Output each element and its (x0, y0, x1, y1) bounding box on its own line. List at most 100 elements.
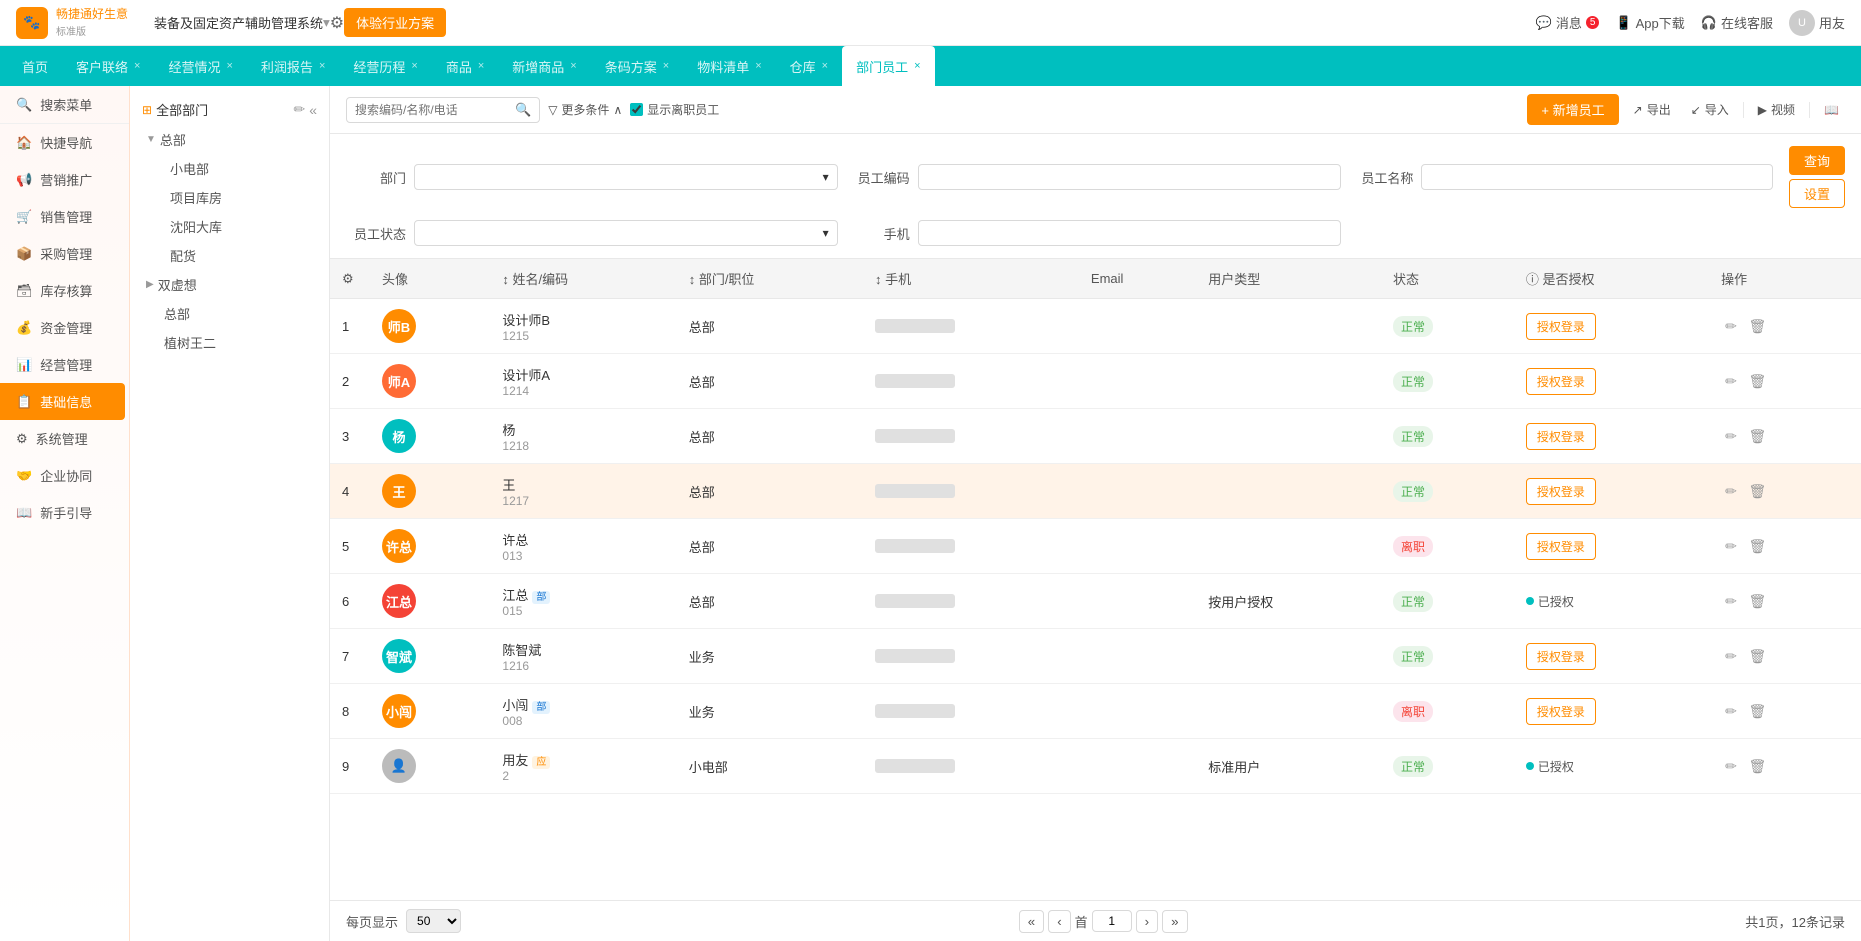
nav-tab-仓库[interactable]: 仓库× (776, 46, 842, 86)
edit-btn[interactable]: ✏ (1721, 591, 1741, 612)
dept-item-shuangxuxiang[interactable]: ▶ 双虚想 (130, 270, 329, 299)
delete-btn[interactable]: 🗑 (1744, 701, 1770, 722)
help-btn[interactable]: 📖 (1818, 99, 1845, 121)
search-menu-item[interactable]: 🔍 搜索菜单 (0, 86, 129, 124)
phone-input[interactable] (918, 220, 1342, 246)
dept-item-peihuo[interactable]: 配货 (154, 241, 329, 270)
delete-btn[interactable]: 🗑 (1744, 481, 1770, 502)
sidebar-item-marketing[interactable]: 📢 营销推广 (0, 161, 129, 198)
col-dept[interactable]: ↕ 部门/职位 (677, 259, 863, 299)
edit-btn[interactable]: ✏ (1721, 701, 1741, 722)
tab-close-icon[interactable]: × (914, 60, 920, 72)
user-menu[interactable]: U 用友 (1789, 10, 1845, 36)
emp-code-input[interactable] (918, 164, 1342, 190)
edit-btn[interactable]: ✏ (1721, 371, 1741, 392)
sidebar-item-system[interactable]: ⚙ 系统管理 (0, 420, 129, 457)
edit-btn[interactable]: ✏ (1721, 316, 1741, 337)
edit-btn[interactable]: ✏ (1721, 536, 1741, 557)
tab-close-icon[interactable]: × (822, 60, 828, 72)
dept-item-zhishu[interactable]: 植树王二 (130, 328, 329, 357)
show-resigned-checkbox[interactable] (630, 103, 643, 116)
query-btn[interactable]: 查询 (1789, 146, 1845, 175)
tab-close-icon[interactable]: × (570, 60, 576, 72)
nav-tab-首页[interactable]: 首页 (8, 46, 62, 86)
page-input[interactable] (1092, 910, 1132, 932)
auth-login-btn[interactable]: 授权登录 (1526, 423, 1596, 450)
show-resigned-label[interactable]: 显示离职员工 (630, 101, 719, 118)
dept-filter-select[interactable]: ▾ (414, 164, 838, 190)
last-page-btn[interactable]: » (1162, 910, 1187, 933)
delete-btn[interactable]: 🗑 (1744, 536, 1770, 557)
sidebar-item-basic[interactable]: 📋 基础信息 (0, 383, 125, 420)
page-size-select[interactable]: 50 100 (406, 909, 461, 933)
import-btn[interactable]: ↙ 导入 (1685, 97, 1735, 122)
nav-tab-经营历程[interactable]: 经营历程× (339, 46, 431, 86)
messages-btn[interactable]: 💬 消息 5 (1536, 13, 1600, 32)
export-btn[interactable]: ↗ 导出 (1627, 97, 1677, 122)
edit-btn[interactable]: ✏ (1721, 426, 1741, 447)
nav-tab-条码方案[interactable]: 条码方案× (591, 46, 683, 86)
online-service-btn[interactable]: 🎧 在线客服 (1701, 13, 1773, 32)
delete-btn[interactable]: 🗑 (1744, 646, 1770, 667)
delete-btn[interactable]: 🗑 (1744, 756, 1770, 777)
sidebar-item-business[interactable]: 📊 经营管理 (0, 346, 129, 383)
nav-tab-利润报告[interactable]: 利润报告× (247, 46, 339, 86)
next-page-btn[interactable]: › (1136, 910, 1158, 933)
col-name-code[interactable]: ↕ 姓名/编码 (490, 259, 676, 299)
auth-login-btn[interactable]: 授权登录 (1526, 368, 1596, 395)
dept-item-shenyang[interactable]: 沈阳大库 (154, 212, 329, 241)
tab-close-icon[interactable]: × (134, 60, 140, 72)
delete-btn[interactable]: 🗑 (1744, 591, 1770, 612)
edit-btn[interactable]: ✏ (1721, 756, 1741, 777)
tab-close-icon[interactable]: × (319, 60, 325, 72)
prev-page-btn[interactable]: ‹ (1048, 910, 1070, 933)
dept-edit-btn[interactable]: ✏ (293, 101, 305, 118)
sidebar-item-guide[interactable]: 📖 新手引导 (0, 494, 129, 531)
col-settings[interactable]: ⚙ (330, 259, 370, 299)
edit-btn[interactable]: ✏ (1721, 481, 1741, 502)
more-conditions-btn[interactable]: ▽ 更多条件 ∧ (548, 101, 622, 118)
tab-close-icon[interactable]: × (663, 60, 669, 72)
sidebar-item-finance[interactable]: 💰 资金管理 (0, 309, 129, 346)
dept-item-xiaodibu[interactable]: 小电部 (154, 154, 329, 183)
sidebar-item-quick[interactable]: 🏠 快捷导航 (0, 124, 129, 161)
nav-tab-客户联络[interactable]: 客户联络× (62, 46, 154, 86)
dept-item-zongbu[interactable]: 总部 (130, 299, 329, 328)
system-title-dropdown[interactable]: ▾ (323, 15, 330, 31)
sidebar-item-sales[interactable]: 🛒 销售管理 (0, 198, 129, 235)
dept-item-zongbu-group[interactable]: ▼ 总部 (130, 125, 329, 154)
nav-tab-新增商品[interactable]: 新增商品× (498, 46, 590, 86)
app-download-btn[interactable]: 📱 App下载 (1615, 13, 1684, 32)
tab-close-icon[interactable]: × (755, 60, 761, 72)
first-page-btn[interactable]: « (1019, 910, 1044, 933)
emp-status-select[interactable]: ▾ (414, 220, 838, 246)
search-input[interactable] (355, 103, 515, 117)
auth-login-btn[interactable]: 授权登录 (1526, 478, 1596, 505)
trial-btn[interactable]: 体验行业方案 (344, 8, 446, 37)
delete-btn[interactable]: 🗑 (1744, 371, 1770, 392)
sidebar-item-inventory[interactable]: 🗃 库存核算 (0, 272, 129, 309)
auth-login-btn[interactable]: 授权登录 (1526, 698, 1596, 725)
set-btn[interactable]: 设置 (1789, 179, 1845, 208)
emp-name-input[interactable] (1421, 164, 1773, 190)
settings-btn[interactable]: ⚙ (330, 13, 344, 33)
tab-close-icon[interactable]: × (411, 60, 417, 72)
tab-close-icon[interactable]: × (478, 60, 484, 72)
auth-login-btn[interactable]: 授权登录 (1526, 533, 1596, 560)
edit-btn[interactable]: ✏ (1721, 646, 1741, 667)
dept-item-xiangmu[interactable]: 项目库房 (154, 183, 329, 212)
sidebar-item-purchase[interactable]: 📦 采购管理 (0, 235, 129, 272)
nav-tab-部门员工[interactable]: 部门员工× (842, 46, 934, 86)
search-icon-btn[interactable]: 🔍 (515, 102, 531, 118)
delete-btn[interactable]: 🗑 (1744, 426, 1770, 447)
delete-btn[interactable]: 🗑 (1744, 316, 1770, 337)
nav-tab-商品[interactable]: 商品× (432, 46, 498, 86)
nav-tab-物料清单[interactable]: 物料清单× (683, 46, 775, 86)
dept-collapse-btn[interactable]: « (309, 101, 317, 118)
sidebar-item-collab[interactable]: 🤝 企业协同 (0, 457, 129, 494)
nav-tab-经营情况[interactable]: 经营情况× (154, 46, 246, 86)
col-phone[interactable]: ↕ 手机 (863, 259, 1079, 299)
tab-close-icon[interactable]: × (226, 60, 232, 72)
auth-login-btn[interactable]: 授权登录 (1526, 313, 1596, 340)
view-btn[interactable]: ▶ 视频 (1752, 97, 1801, 122)
